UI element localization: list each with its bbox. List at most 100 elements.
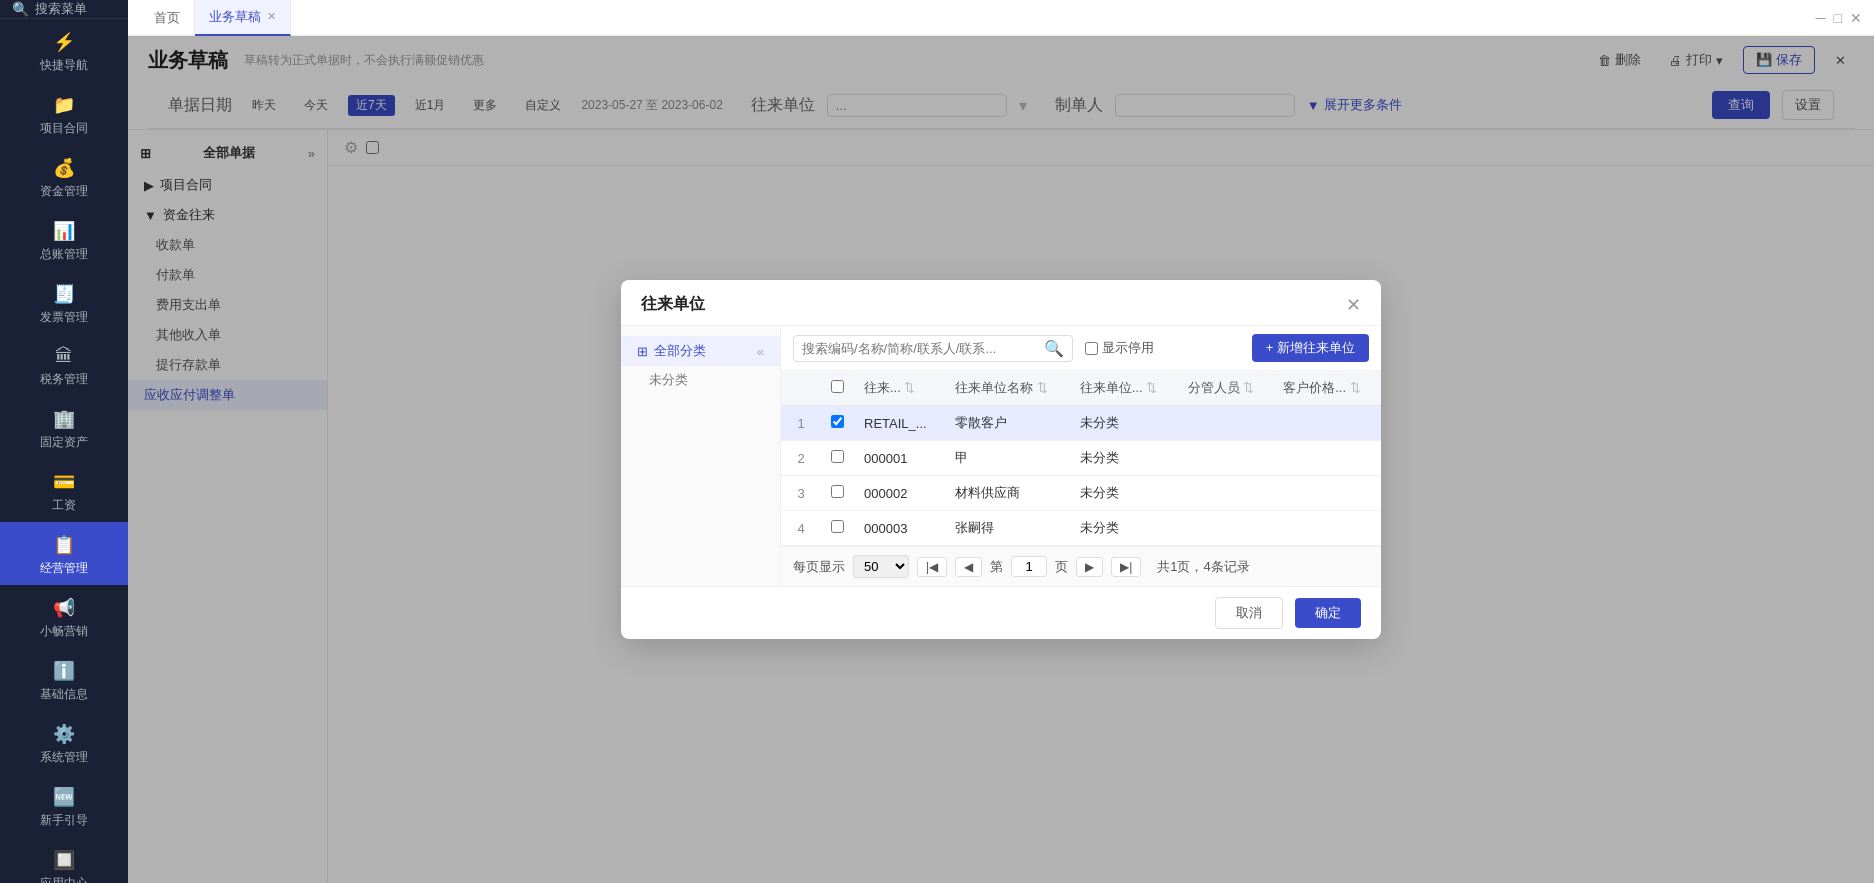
sort-icon[interactable]: ⇅ bbox=[1243, 380, 1254, 395]
sidebar-item-invoice[interactable]: 🧾 发票管理 bbox=[0, 271, 128, 334]
sidebar-item-label: 工资 bbox=[52, 497, 76, 514]
row-price bbox=[1273, 441, 1381, 476]
row-name: 张嗣得 bbox=[945, 511, 1069, 546]
confirm-button[interactable]: 确定 bbox=[1295, 598, 1361, 628]
salary-icon: 💳 bbox=[53, 471, 75, 493]
row-name: 零散客户 bbox=[945, 406, 1069, 441]
dialog-close-button[interactable]: ✕ bbox=[1346, 296, 1361, 314]
row-manager bbox=[1178, 511, 1274, 546]
sidebar-item-label: 系统管理 bbox=[40, 749, 88, 766]
sort-icon[interactable]: ⇅ bbox=[1146, 380, 1157, 395]
row-code: 000003 bbox=[854, 511, 945, 546]
row-checkbox[interactable] bbox=[831, 520, 844, 533]
sidebar-item-finance[interactable]: 💰 资金管理 bbox=[0, 145, 128, 208]
dialog-search-input[interactable] bbox=[802, 341, 1038, 356]
select-all-dialog-checkbox[interactable] bbox=[831, 380, 844, 393]
sidebar-item-system[interactable]: ⚙️ 系统管理 bbox=[0, 711, 128, 774]
minimize-icon[interactable]: ─ bbox=[1816, 10, 1826, 26]
sidebar-item-label: 固定资产 bbox=[40, 434, 88, 451]
sidebar-item-project[interactable]: 📁 项目合同 bbox=[0, 82, 128, 145]
row-checkbox-cell[interactable] bbox=[821, 406, 854, 441]
add-partner-button[interactable]: + 新增往来单位 bbox=[1252, 334, 1369, 362]
cancel-button[interactable]: 取消 bbox=[1215, 597, 1283, 629]
row-category: 未分类 bbox=[1070, 511, 1178, 546]
sidebar-item-guide[interactable]: 🆕 新手引导 bbox=[0, 774, 128, 837]
tabbar: 首页 业务草稿 ✕ ─ □ ✕ bbox=[128, 0, 1874, 36]
dialog-table: 往来... ⇅ 往来单位名称 ⇅ 往来单位... ⇅ 分管人员 ⇅ 客户价格..… bbox=[781, 371, 1381, 546]
tab-home[interactable]: 首页 bbox=[140, 0, 195, 36]
per-page-select[interactable]: 50 20 100 bbox=[853, 555, 909, 578]
prev-page-btn[interactable]: ◀ bbox=[955, 557, 982, 577]
sidebar-item-app[interactable]: 🔲 应用中心 bbox=[0, 837, 128, 883]
sidebar-item-label: 快捷导航 bbox=[40, 57, 88, 74]
basic-icon: ℹ️ bbox=[53, 660, 75, 682]
dialog-overlay: 往来单位 ✕ ⊞ 全部分类 « 未分类 bbox=[128, 36, 1874, 883]
page-number-input[interactable] bbox=[1011, 556, 1047, 577]
dialog-cat-all[interactable]: ⊞ 全部分类 « bbox=[621, 336, 780, 366]
sort-icon[interactable]: ⇅ bbox=[1037, 380, 1048, 395]
dialog-title: 往来单位 bbox=[641, 294, 705, 315]
close-icon[interactable]: ✕ bbox=[267, 10, 276, 23]
system-icon: ⚙️ bbox=[53, 723, 75, 745]
row-num: 2 bbox=[781, 441, 821, 476]
last-page-btn[interactable]: ▶| bbox=[1111, 557, 1141, 577]
table-header-row: 往来... ⇅ 往来单位名称 ⇅ 往来单位... ⇅ 分管人员 ⇅ 客户价格..… bbox=[781, 371, 1381, 406]
dialog-body: ⊞ 全部分类 « 未分类 bbox=[621, 326, 1381, 586]
sidebar-item-label: 资金管理 bbox=[40, 183, 88, 200]
cat-toggle-icon[interactable]: « bbox=[757, 344, 764, 359]
sort-icon[interactable]: ⇅ bbox=[1350, 380, 1361, 395]
row-checkbox[interactable] bbox=[831, 415, 844, 428]
window-close-icon[interactable]: ✕ bbox=[1850, 10, 1862, 26]
invoice-icon: 🧾 bbox=[53, 283, 75, 305]
next-page-btn[interactable]: ▶ bbox=[1076, 557, 1103, 577]
first-page-btn[interactable]: |◀ bbox=[917, 557, 947, 577]
row-price bbox=[1273, 511, 1381, 546]
row-checkbox-cell[interactable] bbox=[821, 441, 854, 476]
show-disabled-label[interactable]: 显示停用 bbox=[1085, 339, 1154, 357]
sidebar-item-marketing[interactable]: 📢 小畅营销 bbox=[0, 585, 128, 648]
dialog-pagination: 每页显示 50 20 100 |◀ ◀ 第 页 ▶ bbox=[781, 546, 1381, 586]
sidebar-logo-label: 搜索菜单 bbox=[35, 0, 87, 18]
sidebar-item-ops[interactable]: 📋 经营管理 bbox=[0, 522, 128, 585]
sidebar-item-label: 经营管理 bbox=[40, 560, 88, 577]
sidebar-item-tax[interactable]: 🏛 税务管理 bbox=[0, 334, 128, 396]
maximize-icon[interactable]: □ bbox=[1834, 10, 1842, 26]
marketing-icon: 📢 bbox=[53, 597, 75, 619]
tax-icon: 🏛 bbox=[55, 346, 73, 367]
col-name: 往来单位名称 ⇅ bbox=[945, 371, 1069, 406]
search-icon: 🔍 bbox=[1044, 339, 1064, 358]
sidebar-item-accounting[interactable]: 📊 总账管理 bbox=[0, 208, 128, 271]
app-icon: 🔲 bbox=[53, 849, 75, 871]
show-disabled-checkbox[interactable] bbox=[1085, 342, 1098, 355]
row-num: 3 bbox=[781, 476, 821, 511]
sidebar-item-salary[interactable]: 💳 工资 bbox=[0, 459, 128, 522]
sidebar-item-basic[interactable]: ℹ️ 基础信息 bbox=[0, 648, 128, 711]
dialog-search-box[interactable]: 🔍 bbox=[793, 335, 1073, 362]
table-row[interactable]: 3 000002 材料供应商 未分类 bbox=[781, 476, 1381, 511]
sidebar-item-label: 新手引导 bbox=[40, 812, 88, 829]
row-checkbox[interactable] bbox=[831, 450, 844, 463]
sidebar-item-quicknav[interactable]: ⚡ 快捷导航 bbox=[0, 19, 128, 82]
guide-icon: 🆕 bbox=[53, 786, 75, 808]
row-checkbox-cell[interactable] bbox=[821, 476, 854, 511]
sidebar-item-assets[interactable]: 🏢 固定资产 bbox=[0, 396, 128, 459]
row-name: 材料供应商 bbox=[945, 476, 1069, 511]
dialog-category-panel: ⊞ 全部分类 « 未分类 bbox=[621, 326, 781, 586]
sidebar-logo[interactable]: 🔍 搜索菜单 bbox=[0, 0, 128, 19]
row-checkbox[interactable] bbox=[831, 485, 844, 498]
table-row[interactable]: 4 000003 张嗣得 未分类 bbox=[781, 511, 1381, 546]
partner-dialog: 往来单位 ✕ ⊞ 全部分类 « 未分类 bbox=[621, 280, 1381, 639]
table-row[interactable]: 1 RETAIL_... 零散客户 未分类 bbox=[781, 406, 1381, 441]
dialog-toolbar: 🔍 显示停用 + 新增往来单位 bbox=[781, 326, 1381, 371]
dialog-cat-unclassified[interactable]: 未分类 bbox=[621, 366, 780, 394]
row-manager bbox=[1178, 476, 1274, 511]
table-row[interactable]: 2 000001 甲 未分类 bbox=[781, 441, 1381, 476]
row-checkbox-cell[interactable] bbox=[821, 511, 854, 546]
sidebar-item-label: 项目合同 bbox=[40, 120, 88, 137]
tab-draft[interactable]: 业务草稿 ✕ bbox=[195, 0, 291, 36]
sort-icon[interactable]: ⇅ bbox=[904, 380, 915, 395]
row-price bbox=[1273, 406, 1381, 441]
search-icon: 🔍 bbox=[12, 1, 29, 17]
row-num: 1 bbox=[781, 406, 821, 441]
col-num bbox=[781, 371, 821, 406]
